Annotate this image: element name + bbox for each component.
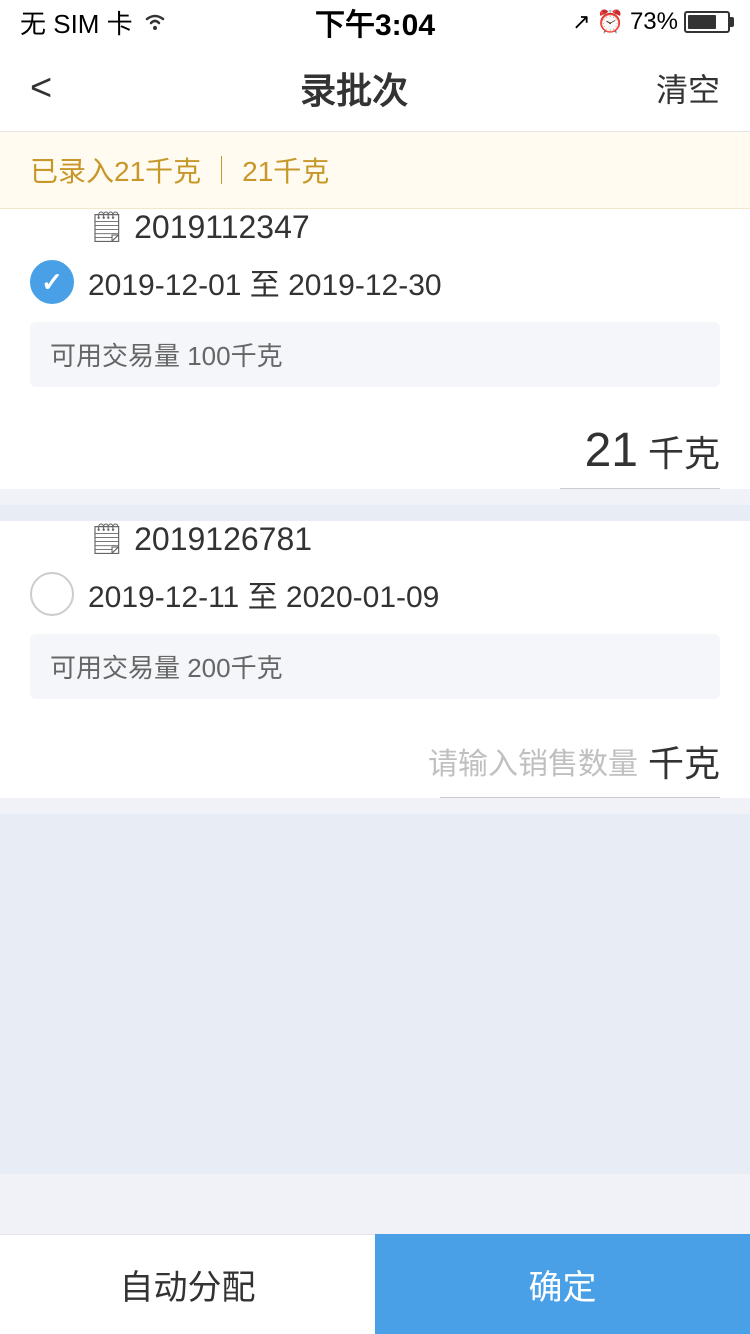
status-left: 无 SIM 卡 [20, 4, 169, 41]
status-right: ↗ ⏰ 73% [572, 8, 730, 36]
info-banner: 已录入21千克 21千克 [0, 132, 750, 209]
auto-distribute-button[interactable]: 自动分配 [0, 1234, 375, 1334]
input-row-2: 请输入销售数量 千克 [0, 715, 750, 797]
batch-doc-icon-2: 🗒 [88, 522, 126, 557]
batch-date-2: 2019-12-11 至 2020-01-09 [88, 572, 439, 616]
batch-id-row-1: 🗒 2019112347 [0, 209, 750, 256]
quantity-row-1: 21 千克 [0, 403, 750, 488]
page-title: 录批次 [300, 62, 408, 114]
back-button[interactable]: < [30, 69, 52, 107]
batch-item-1: 🗒 2019112347 2019-12-01 至 2019-12-30 可用交… [0, 209, 750, 489]
quantity-value-1: 21 [585, 423, 638, 478]
carrier-text: 无 SIM 卡 [20, 4, 133, 41]
batch-date-1: 2019-12-01 至 2019-12-30 [88, 260, 442, 304]
status-bar: 无 SIM 卡 下午3:04 ↗ ⏰ 73% [0, 0, 750, 44]
info-divider [221, 156, 222, 184]
batch-id-row-2: 🗒 2019126781 [0, 521, 750, 568]
battery-percent: 73% [630, 8, 678, 36]
batch-doc-icon-1: 🗒 [88, 210, 126, 245]
quantity-underline-1 [560, 488, 720, 489]
info-label: 已录入21千克 [30, 150, 201, 190]
batch-checkbox-2[interactable] [30, 572, 74, 616]
batch-id-1: 2019112347 [134, 209, 310, 246]
nav-bar: < 录批次 清空 [0, 44, 750, 132]
input-unit-2: 千克 [648, 735, 720, 787]
section-divider [0, 505, 750, 521]
input-placeholder-2: 请输入销售数量 [428, 739, 638, 783]
confirm-button[interactable]: 确定 [375, 1234, 750, 1334]
bottom-bar: 自动分配 确定 [0, 1234, 750, 1334]
info-value: 21千克 [242, 150, 329, 190]
batch-available-1: 可用交易量 100千克 [30, 322, 720, 387]
location-icon: ↗ [572, 9, 590, 35]
batch-available-2: 可用交易量 200千克 [30, 634, 720, 699]
clear-button[interactable]: 清空 [656, 65, 720, 111]
input-underline-2 [440, 797, 720, 798]
gray-area [0, 814, 750, 1174]
status-time: 下午3:04 [315, 0, 435, 44]
quantity-unit-1: 千克 [648, 425, 720, 477]
batch-id-2: 2019126781 [134, 521, 312, 558]
alarm-icon: ⏰ [597, 9, 624, 35]
battery-icon [684, 11, 730, 33]
wifi-icon [141, 7, 169, 38]
batch-checkbox-1[interactable] [30, 260, 74, 304]
batch-item-2: 🗒 2019126781 2019-12-11 至 2020-01-09 可用交… [0, 521, 750, 798]
